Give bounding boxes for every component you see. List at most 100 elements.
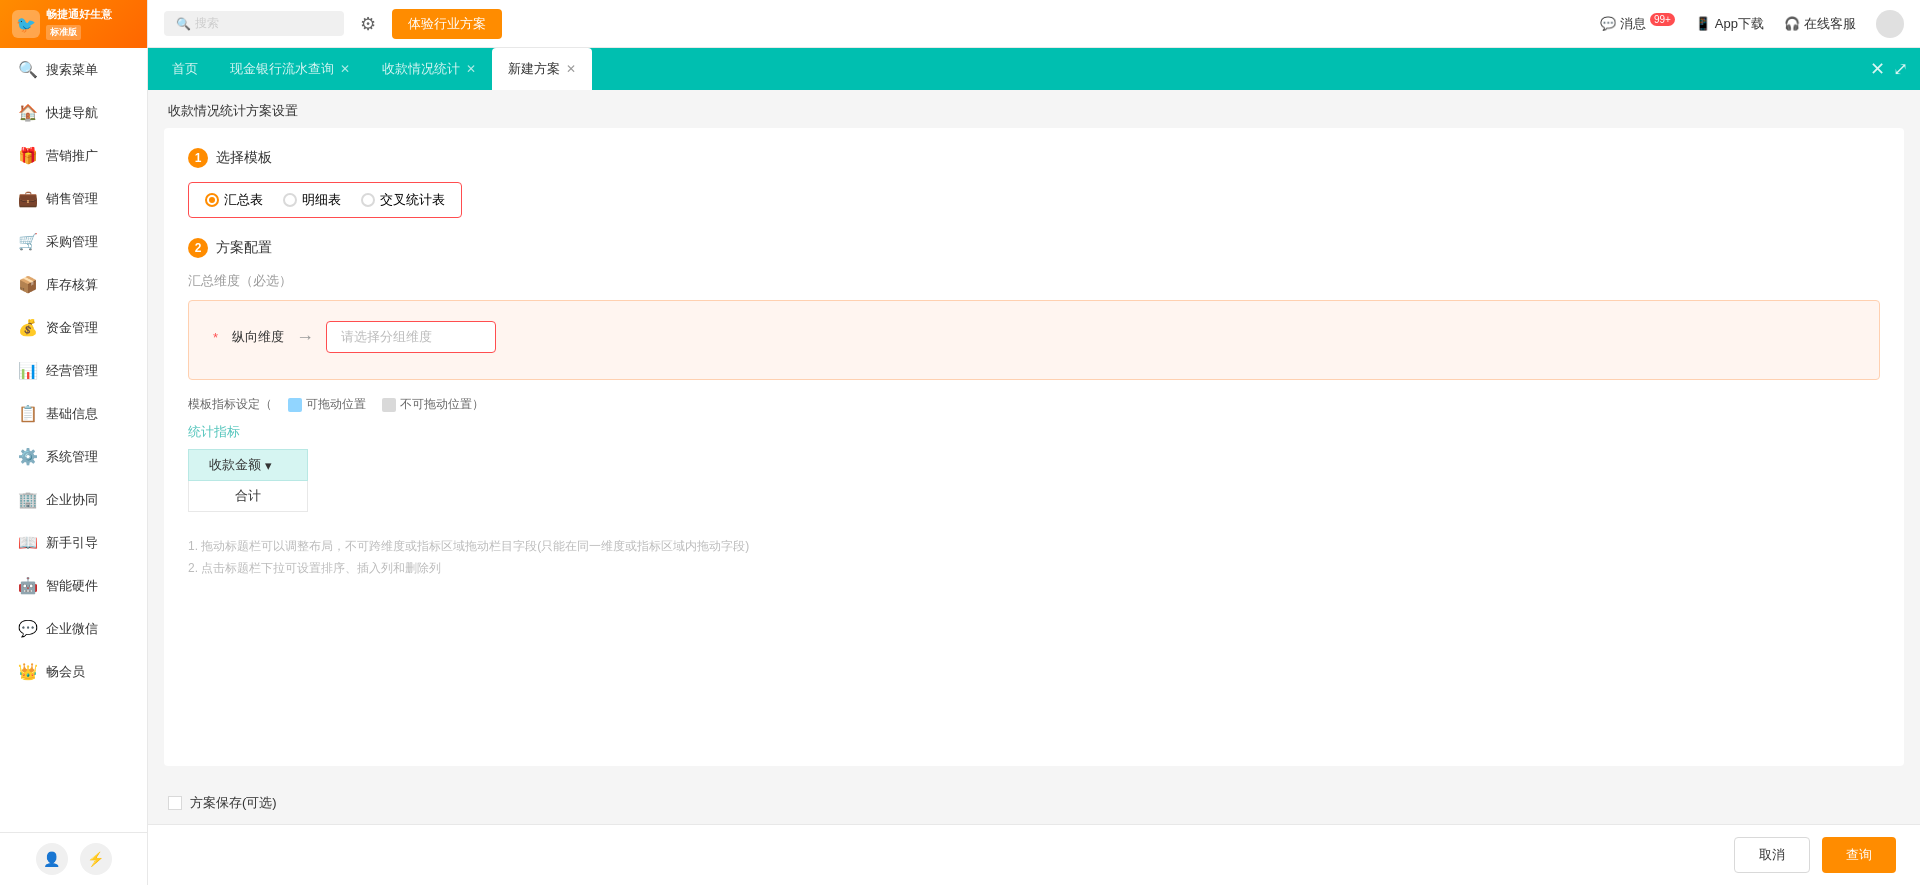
tab-bar: 首页 现金银行流水查询 ✕ 收款情况统计 ✕ 新建方案 ✕ ✕ ⤢ [148,48,1920,90]
trial-button[interactable]: 体验行业方案 [392,9,502,39]
sidebar-item-wechat[interactable]: 💬 企业微信 [0,607,147,650]
support-item[interactable]: 🎧 在线客服 [1784,15,1856,33]
save-label: 方案保存(可选) [190,794,277,812]
tab-expand-icon[interactable]: ⤢ [1893,58,1908,80]
radio-summary-label: 汇总表 [224,191,263,209]
notification-icon: 💬 [1600,16,1616,31]
tab-home-label: 首页 [172,60,198,78]
sidebar-item-smart-hw[interactable]: 🤖 智能硬件 [0,564,147,607]
logo-name: 畅捷通好生意 [46,8,112,21]
cancel-button[interactable]: 取消 [1734,837,1810,873]
step1-title: 选择模板 [216,149,272,167]
sidebar-item-basic-info[interactable]: 📋 基础信息 [0,392,147,435]
purchase-icon: 🛒 [18,232,38,251]
sidebar-item-operations[interactable]: 📊 经营管理 [0,349,147,392]
sidebar: 🐦 畅捷通好生意 标准版 🔍 搜索菜单 🏠 快捷导航 🎁 营销推广 💼 销售管理… [0,0,148,885]
sidebar-item-finance[interactable]: 💰 资金管理 [0,306,147,349]
required-star: * [213,330,218,345]
tab-collection-close[interactable]: ✕ [466,62,476,76]
search-menu-icon: 🔍 [18,60,38,79]
tab-new-plan-label: 新建方案 [508,60,560,78]
operations-icon: 📊 [18,361,38,380]
guide-icon: 📖 [18,533,38,552]
download-icon: 📱 [1695,16,1711,31]
search-input[interactable]: 🔍 搜索 [164,11,344,36]
vertical-dim-label: 纵向维度 [232,328,284,346]
wechat-icon: 💬 [18,619,38,638]
smart-hw-icon: 🤖 [18,576,38,595]
notification-item[interactable]: 💬 消息 99+ [1600,15,1675,33]
radio-cross-circle [361,193,375,207]
finance-icon: 💰 [18,318,38,337]
tips-section: 1. 拖动标题栏可以调整布局，不可跨维度或指标区域拖动栏目字段(只能在同一维度或… [188,536,1880,579]
radio-cross[interactable]: 交叉统计表 [361,191,445,209]
settings-icon[interactable]: ⚙ [360,13,376,35]
undraggable-dot [382,398,396,412]
logo-badge: 标准版 [46,25,81,40]
sidebar-item-system[interactable]: ⚙️ 系统管理 [0,435,147,478]
tab-bank-close[interactable]: ✕ [340,62,350,76]
grouping-dimension-select[interactable]: 请选择分组维度 [326,321,496,353]
sidebar-item-guide[interactable]: 📖 新手引导 [0,521,147,564]
content-area: 收款情况统计方案设置 1 选择模板 汇总表 明细表 [148,90,1920,824]
sidebar-item-enterprise[interactable]: 🏢 企业协同 [0,478,147,521]
metrics-col-label: 收款金额 [209,456,261,474]
radio-summary[interactable]: 汇总表 [205,191,263,209]
page-title-bar: 收款情况统计方案设置 [148,90,1920,128]
step2-header: 2 方案配置 [188,238,1880,258]
download-label: App下载 [1715,15,1764,33]
step1-number: 1 [188,148,208,168]
enterprise-icon: 🏢 [18,490,38,509]
save-checkbox[interactable] [168,796,182,810]
step1-header: 1 选择模板 [188,148,1880,168]
tab-home[interactable]: 首页 [156,48,214,90]
metrics-col-dropdown-icon[interactable]: ▾ [265,458,272,473]
user-avatar[interactable] [1876,10,1904,38]
logo-icon: 🐦 [12,10,40,38]
step1-section: 1 选择模板 汇总表 明细表 交叉统计表 [188,148,1880,218]
notification-badge: 99+ [1650,13,1675,26]
main-area: 🔍 搜索 ⚙ 体验行业方案 💬 消息 99+ 📱 App下载 🎧 在线客服 首页 [148,0,1920,885]
sidebar-item-member[interactable]: 👑 畅会员 [0,650,147,693]
dim-placeholder: 请选择分组维度 [341,329,432,344]
notification-label: 消息 [1620,15,1646,33]
radio-detail[interactable]: 明细表 [283,191,341,209]
sidebar-item-purchase[interactable]: 🛒 采购管理 [0,220,147,263]
sidebar-item-quick-nav[interactable]: 🏠 快捷导航 [0,91,147,134]
step2-section: 2 方案配置 汇总维度（必选） * 纵向维度 → 请选择分组维度 [188,238,1880,579]
tab-close-icon[interactable]: ✕ [1870,58,1885,80]
sidebar-item-sales[interactable]: 💼 销售管理 [0,177,147,220]
sidebar-item-search-menu[interactable]: 🔍 搜索菜单 [0,48,147,91]
sidebar-bottom-icon2[interactable]: ⚡ [80,843,112,875]
tab-bank[interactable]: 现金银行流水查询 ✕ [214,48,366,90]
metrics-data-cell: 合计 [188,481,308,512]
tab-new-plan[interactable]: 新建方案 ✕ [492,48,592,90]
arrow-icon: → [296,327,314,348]
tab-collection[interactable]: 收款情况统计 ✕ [366,48,492,90]
metrics-header-cell[interactable]: 收款金额 ▾ [188,449,308,481]
footer-area: 方案保存(可选) [148,782,1920,824]
hint-draggable-label: 可拖动位置 [306,396,366,413]
dimension-area: * 纵向维度 → 请选择分组维度 [188,300,1880,380]
sales-icon: 💼 [18,189,38,208]
hint-undraggable-label: 不可拖动位置） [400,396,484,413]
topbar-right: 💬 消息 99+ 📱 App下载 🎧 在线客服 [1600,10,1904,38]
radio-cross-label: 交叉统计表 [380,191,445,209]
sidebar-item-inventory[interactable]: 📦 库存核算 [0,263,147,306]
sidebar-bottom-icon1[interactable]: 👤 [36,843,68,875]
member-icon: 👑 [18,662,38,681]
page-title: 收款情况统计方案设置 [168,103,298,118]
dimension-row: * 纵向维度 → 请选择分组维度 [213,321,1855,353]
query-button[interactable]: 查询 [1822,837,1896,873]
tab-collection-label: 收款情况统计 [382,60,460,78]
dimension-title-label: 汇总维度（必选） [188,272,1880,290]
inventory-icon: 📦 [18,275,38,294]
search-placeholder: 搜索 [195,15,219,32]
tab-new-plan-close[interactable]: ✕ [566,62,576,76]
sidebar-bottom: 👤 ⚡ [0,832,147,885]
radio-detail-circle [283,193,297,207]
sidebar-logo: 🐦 畅捷通好生意 标准版 [0,0,147,48]
sidebar-item-marketing[interactable]: 🎁 营销推广 [0,134,147,177]
support-label: 在线客服 [1804,15,1856,33]
download-item[interactable]: 📱 App下载 [1695,15,1764,33]
